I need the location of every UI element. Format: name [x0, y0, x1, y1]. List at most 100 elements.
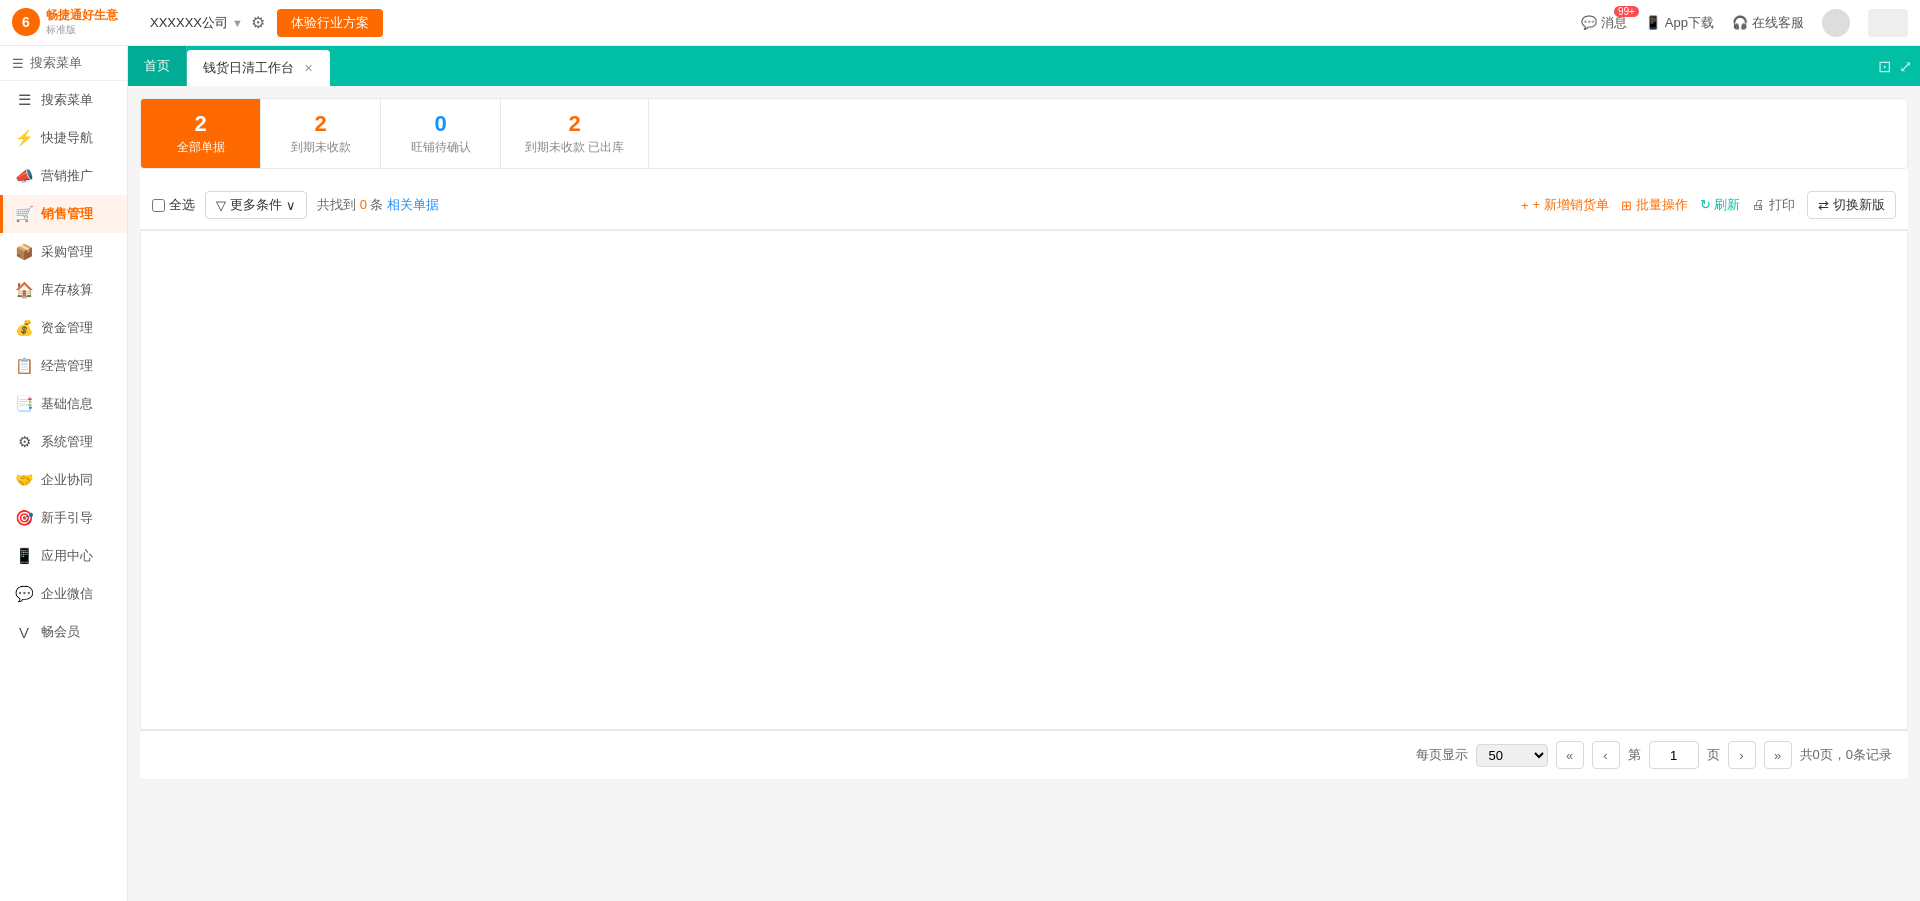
filter-icon: ▽: [216, 198, 226, 213]
sidebar-label-10: 企业协同: [41, 471, 93, 489]
sidebar-icon-5: 🏠: [15, 281, 33, 299]
sidebar-icon-0: ☰: [15, 91, 33, 109]
service-icon: 🎧: [1732, 15, 1748, 30]
next-page-button[interactable]: ›: [1728, 741, 1756, 769]
chevron-icon: ∨: [286, 198, 296, 213]
sidebar-item-13[interactable]: 💬企业微信: [0, 575, 127, 613]
add-icon: +: [1521, 198, 1529, 213]
sidebar-icon-4: 📦: [15, 243, 33, 261]
tab-close-icon[interactable]: ✕: [304, 62, 313, 75]
top-header: 6 畅捷通好生意 标准版 XXXXXX公司 ▼ ⚙ 体验行业方案 💬 消息 99…: [0, 0, 1920, 46]
sidebar-item-5[interactable]: 🏠 库存核算: [0, 271, 127, 309]
app-download-button[interactable]: 📱 App下载: [1645, 14, 1714, 32]
sidebar-icon-1: ⚡: [15, 129, 33, 147]
stats-tab-wangpu[interactable]: 0 旺铺待确认: [381, 99, 501, 168]
sidebar-item-11[interactable]: 🎯新手引导: [0, 499, 127, 537]
sidebar-item-8[interactable]: 📑基础信息: [0, 385, 127, 423]
sidebar: ☰ 搜索菜单 ☰搜索菜单 ⚡ 快捷导航 📣营销推广🛒销售管理 📦 采购管理 🏠 库存核算 💰资金…: [0, 0, 128, 901]
trial-button[interactable]: 体验行业方案: [277, 9, 383, 37]
sidebar-item-14[interactable]: V畅会员: [0, 613, 127, 651]
settings-icon[interactable]: ⚙: [251, 13, 265, 32]
sidebar-icon-10: 🤝: [15, 471, 33, 489]
first-page-button[interactable]: «: [1556, 741, 1584, 769]
page-size-select[interactable]: 50 100 200: [1476, 744, 1548, 767]
sidebar-label-3: 销售管理: [41, 205, 93, 223]
sidebar-item-6[interactable]: 💰资金管理: [0, 309, 127, 347]
sidebar-item-1[interactable]: ⚡ 快捷导航: [0, 119, 127, 157]
main-content: 2 全部单据 2 到期未收款 0 旺铺待确认 2 到期未收款 已出库 全选: [128, 86, 1920, 901]
sidebar-item-12[interactable]: 📱应用中心: [0, 537, 127, 575]
nav-tab-right: ⊡ ⤢: [1878, 57, 1920, 76]
switch-version-button[interactable]: ⇄ 切换新版: [1807, 191, 1896, 219]
sidebar-label-5: 库存核算: [41, 281, 93, 299]
message-button[interactable]: 💬 消息 99+: [1581, 14, 1627, 32]
stats-count-overdue: 2: [285, 111, 356, 137]
stats-tab-all[interactable]: 2 全部单据: [141, 99, 261, 168]
company-selector[interactable]: XXXXXX公司 ▼: [150, 14, 243, 32]
pagination: 每页显示 50 100 200 « ‹ 第 页 › » 共0页，0条记录: [140, 730, 1908, 779]
sidebar-label-4: 采购管理: [41, 243, 93, 261]
sidebar-label-11: 新手引导: [41, 509, 93, 527]
online-service-label: 在线客服: [1752, 14, 1804, 32]
add-label: + 新增销货单: [1533, 196, 1609, 214]
sidebar-item-2[interactable]: 📣营销推广: [0, 157, 127, 195]
avatar[interactable]: [1822, 9, 1850, 37]
found-count: 0: [360, 197, 367, 212]
page-input[interactable]: [1649, 741, 1699, 769]
sidebar-search[interactable]: ☰ 搜索菜单: [0, 46, 127, 81]
sidebar-label-1: 快捷导航: [41, 129, 93, 147]
page-suffix: 页: [1707, 746, 1720, 764]
message-icon: 💬: [1581, 15, 1597, 30]
tab-qianhuo-label: 钱货日清工作台: [203, 59, 294, 77]
print-icon: 🖨: [1752, 197, 1765, 212]
stats-label-shipped: 到期未收款 已出库: [525, 139, 624, 156]
sidebar-item-7[interactable]: 📋经营管理: [0, 347, 127, 385]
stats-tab-overdue[interactable]: 2 到期未收款: [261, 99, 381, 168]
prev-page-button[interactable]: ‹: [1592, 741, 1620, 769]
batch-operation-button[interactable]: ⊞ 批量操作: [1621, 196, 1688, 214]
stats-tab-shipped[interactable]: 2 到期未收款 已出库: [501, 99, 649, 168]
filter-button[interactable]: ▽ 更多条件 ∨: [205, 191, 307, 219]
toolbar: 全选 ▽ 更多条件 ∨ 共找到 0 条 相关单据 + + 新增销货单: [140, 181, 1908, 230]
content-wrapper: 2 全部单据 2 到期未收款 0 旺铺待确认 2 到期未收款 已出库 全选: [140, 98, 1908, 779]
table-area: [140, 230, 1908, 730]
batch-icon: ⊞: [1621, 198, 1632, 213]
stats-count-all: 2: [165, 111, 236, 137]
user-menu[interactable]: [1868, 9, 1908, 37]
last-page-button[interactable]: »: [1764, 741, 1792, 769]
logo-area: 6 畅捷通好生意 标准版: [12, 8, 140, 36]
select-all-checkbox[interactable]: 全选: [152, 196, 195, 214]
online-service-button[interactable]: 🎧 在线客服: [1732, 14, 1804, 32]
sidebar-label-12: 应用中心: [41, 547, 93, 565]
toolbar-left: 全选 ▽ 更多条件 ∨ 共找到 0 条 相关单据: [152, 191, 439, 219]
sidebar-item-4[interactable]: 📦 采购管理: [0, 233, 127, 271]
tab-home[interactable]: 首页: [128, 46, 187, 86]
found-text: 共找到 0 条 相关单据: [317, 196, 439, 214]
sidebar-icon-2: 📣: [15, 167, 33, 185]
sidebar-item-10[interactable]: 🤝 企业协同: [0, 461, 127, 499]
total-label: 共0页，0条记录: [1800, 746, 1892, 764]
sidebar-item-9[interactable]: ⚙系统管理: [0, 423, 127, 461]
tab-home-label: 首页: [144, 57, 170, 75]
sidebar-item-0[interactable]: ☰搜索菜单: [0, 81, 127, 119]
stats-count-wangpu: 0: [405, 111, 476, 137]
window-maximize-icon[interactable]: ⤢: [1899, 57, 1912, 76]
switch-label: 切换新版: [1833, 196, 1885, 214]
sidebar-label-8: 基础信息: [41, 395, 93, 413]
sidebar-item-3[interactable]: 🛒销售管理: [0, 195, 127, 233]
checkbox-input[interactable]: [152, 199, 165, 212]
tab-qianhuo[interactable]: 钱货日清工作台 ✕: [187, 50, 330, 86]
sidebar-icon-13: 💬: [15, 585, 33, 603]
app-download-label: App下载: [1665, 14, 1714, 32]
sidebar-items: ☰搜索菜单 ⚡ 快捷导航 📣营销推广🛒销售管理 📦 采购管理 🏠 库存核算 💰资金管理📋经营管理…: [0, 81, 127, 651]
window-restore-icon[interactable]: ⊡: [1878, 57, 1891, 76]
logo-icon: 6: [12, 8, 40, 36]
add-order-button[interactable]: + + 新增销货单: [1521, 196, 1609, 214]
found-unit: 条: [370, 197, 383, 212]
sidebar-label-6: 资金管理: [41, 319, 93, 337]
print-button[interactable]: 🖨 打印: [1752, 196, 1795, 214]
sidebar-icon-9: ⚙: [15, 433, 33, 451]
related-link[interactable]: 相关单据: [387, 197, 439, 212]
refresh-button[interactable]: ↻ 刷新: [1700, 196, 1741, 214]
chevron-down-icon: ▼: [232, 17, 243, 29]
